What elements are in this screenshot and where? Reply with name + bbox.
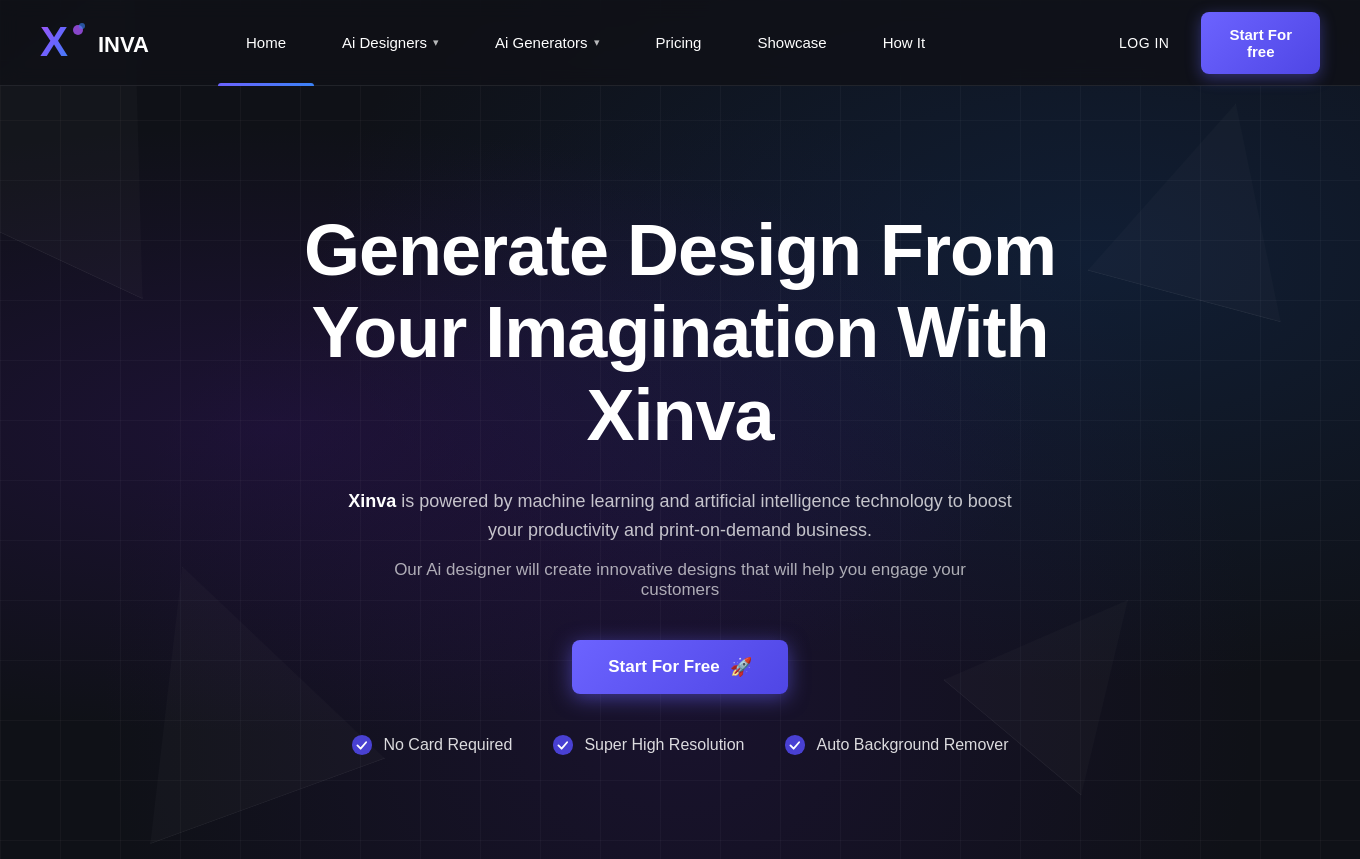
hero-section: Generate Design From Your Imagination Wi… bbox=[0, 86, 1360, 859]
hero-sub-description: Our Ai designer will create innovative d… bbox=[380, 560, 980, 600]
features-list: No Card Required Super High Resolution A… bbox=[351, 734, 1008, 756]
chevron-down-icon: ▾ bbox=[594, 36, 600, 49]
svg-point-2 bbox=[79, 23, 85, 29]
logo-icon: X bbox=[40, 18, 90, 68]
nav-pricing[interactable]: Pricing bbox=[628, 0, 730, 86]
svg-point-6 bbox=[785, 735, 805, 755]
svg-text:INVA: INVA bbox=[98, 32, 149, 57]
check-icon bbox=[784, 734, 806, 756]
feature-bg-remover-label: Auto Background Remover bbox=[816, 736, 1008, 754]
login-button[interactable]: LOG IN bbox=[1103, 27, 1185, 59]
feature-no-card-label: No Card Required bbox=[383, 736, 512, 754]
nav-ai-designers[interactable]: Ai Designers ▾ bbox=[314, 0, 467, 86]
hero-cta-label: Start For Free bbox=[608, 657, 719, 677]
check-icon bbox=[552, 734, 574, 756]
logo[interactable]: X INVA bbox=[40, 18, 178, 68]
svg-point-4 bbox=[352, 735, 372, 755]
svg-point-5 bbox=[553, 735, 573, 755]
logo-text: INVA bbox=[98, 28, 178, 58]
nav-ai-generators[interactable]: Ai Generators ▾ bbox=[467, 0, 628, 86]
navbar-left: X INVA Home Ai Designers ▾ Ai Generators… bbox=[40, 0, 953, 86]
hero-title: Generate Design From Your Imagination Wi… bbox=[230, 209, 1130, 457]
hero-description-body: is powered by machine learning and artif… bbox=[396, 491, 1011, 540]
navbar-right: LOG IN Start Forfree bbox=[1103, 12, 1320, 74]
brand-name: Xinva bbox=[348, 491, 396, 511]
feature-high-resolution-label: Super High Resolution bbox=[584, 736, 744, 754]
rocket-icon: 🚀 bbox=[730, 656, 752, 678]
feature-high-resolution: Super High Resolution bbox=[552, 734, 744, 756]
feature-bg-remover: Auto Background Remover bbox=[784, 734, 1008, 756]
svg-text:X: X bbox=[40, 18, 68, 65]
nav-how-it[interactable]: How It bbox=[855, 0, 954, 86]
chevron-down-icon: ▾ bbox=[433, 36, 439, 49]
feature-no-card: No Card Required bbox=[351, 734, 512, 756]
start-for-free-button[interactable]: Start Forfree bbox=[1201, 12, 1320, 74]
navbar: X INVA Home Ai Designers ▾ Ai Generators… bbox=[0, 0, 1360, 86]
hero-description: Xinva is powered by machine learning and… bbox=[330, 487, 1030, 545]
nav-links: Home Ai Designers ▾ Ai Generators ▾ Pric… bbox=[218, 0, 953, 86]
hero-cta-button[interactable]: Start For Free 🚀 bbox=[572, 640, 787, 694]
nav-showcase[interactable]: Showcase bbox=[729, 0, 854, 86]
nav-home[interactable]: Home bbox=[218, 0, 314, 86]
check-icon bbox=[351, 734, 373, 756]
